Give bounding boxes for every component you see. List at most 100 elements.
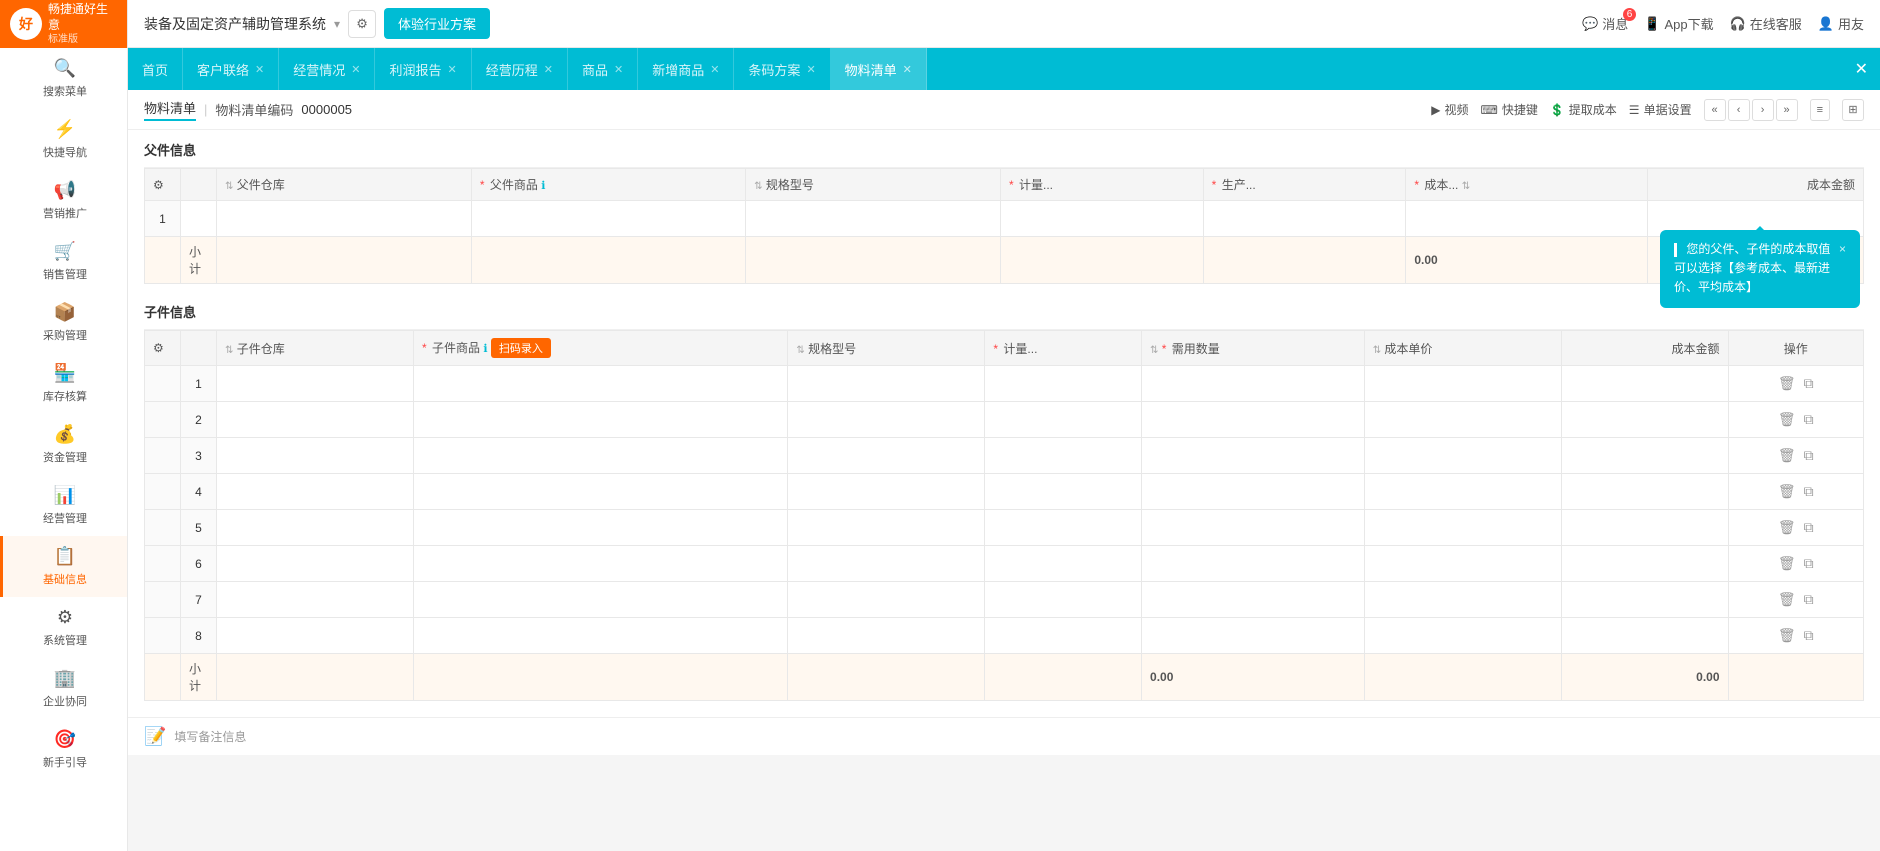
copy-row-icon[interactable]: ⧉ <box>1804 519 1814 536</box>
sidebar-item-operations[interactable]: 📊 经营管理 <box>0 475 127 536</box>
sidebar-item-marketing[interactable]: 📢 营销推广 <box>0 170 127 231</box>
child-row-4-warehouse[interactable] <box>217 474 414 510</box>
message-button[interactable]: 💬 消息 6 <box>1582 14 1628 33</box>
child-row-5-qty[interactable] <box>1142 510 1365 546</box>
child-row-8-goods[interactable] <box>413 618 787 654</box>
sidebar-item-guide[interactable]: 🎯 新手引导 <box>0 719 127 780</box>
extract-cost-button[interactable]: 💲 提取成本 <box>1550 101 1617 118</box>
child-row-6-spec[interactable] <box>788 546 985 582</box>
copy-row-icon[interactable]: ⧉ <box>1804 375 1814 392</box>
parent-row-1-cost[interactable] <box>1406 201 1648 237</box>
child-row-3-spec[interactable] <box>788 438 985 474</box>
sub-tab-bom-list[interactable]: 物料清单 <box>144 98 196 121</box>
child-row-5-unit[interactable] <box>985 510 1142 546</box>
close-tab-bom-icon[interactable]: ✕ <box>903 63 912 76</box>
sub-tab-bom-code[interactable]: 物料清单编码 <box>215 100 293 119</box>
copy-row-icon[interactable]: ⧉ <box>1804 627 1814 644</box>
parent-row-1-goods[interactable] <box>471 201 745 237</box>
parent-row-1-warehouse[interactable] <box>217 201 472 237</box>
user-avatar[interactable]: 👤 用友 <box>1818 14 1864 33</box>
shortcut-button[interactable]: ⌨ 快捷键 <box>1480 101 1537 118</box>
sidebar-item-search[interactable]: 🔍 搜索菜单 <box>0 48 127 109</box>
child-row-1-unit[interactable] <box>985 366 1142 402</box>
child-row-5-warehouse[interactable] <box>217 510 414 546</box>
parent-row-1-spec[interactable] <box>746 201 1001 237</box>
child-row-3-warehouse[interactable] <box>217 438 414 474</box>
child-row-4-unit-cost[interactable] <box>1364 474 1561 510</box>
child-row-7-unit[interactable] <box>985 582 1142 618</box>
delete-row-icon[interactable]: 🗑 <box>1778 375 1796 392</box>
child-row-7-qty[interactable] <box>1142 582 1365 618</box>
child-row-7-warehouse[interactable] <box>217 582 414 618</box>
close-tab-new-goods-icon[interactable]: ✕ <box>710 63 719 76</box>
trial-button[interactable]: 体验行业方案 <box>384 8 490 39</box>
delete-row-icon[interactable]: 🗑 <box>1778 555 1796 572</box>
single-settings-button[interactable]: ☰ 单据设置 <box>1629 101 1692 118</box>
tab-barcode[interactable]: 条码方案 ✕ <box>734 48 830 90</box>
child-row-1-spec[interactable] <box>788 366 985 402</box>
child-row-2-spec[interactable] <box>788 402 985 438</box>
delete-row-icon[interactable]: 🗑 <box>1778 447 1796 464</box>
tab-bom[interactable]: 物料清单 ✕ <box>831 48 927 90</box>
next-last-button[interactable]: » <box>1776 99 1798 121</box>
child-row-6-warehouse[interactable] <box>217 546 414 582</box>
child-row-3-unit-cost[interactable] <box>1364 438 1561 474</box>
dropdown-arrow-icon[interactable]: ▾ <box>334 17 340 31</box>
sidebar-item-system[interactable]: ⚙ 系统管理 <box>0 597 127 658</box>
tab-operation[interactable]: 经营情况 ✕ <box>279 48 375 90</box>
sidebar-item-sales[interactable]: 🛒 销售管理 <box>0 231 127 292</box>
prev-button[interactable]: ‹ <box>1728 99 1750 121</box>
child-row-4-unit[interactable] <box>985 474 1142 510</box>
child-row-1-unit-cost[interactable] <box>1364 366 1561 402</box>
sidebar-item-purchase[interactable]: 📦 采购管理 <box>0 292 127 353</box>
child-row-2-unit[interactable] <box>985 402 1142 438</box>
copy-row-icon[interactable]: ⧉ <box>1804 483 1814 500</box>
child-row-5-goods[interactable] <box>413 510 787 546</box>
tab-home[interactable]: 首页 <box>128 48 183 90</box>
tab-new-goods[interactable]: 新增商品 ✕ <box>638 48 734 90</box>
child-row-3-qty[interactable] <box>1142 438 1365 474</box>
note-placeholder[interactable]: 填写备注信息 <box>174 728 246 745</box>
child-row-3-goods[interactable] <box>413 438 787 474</box>
delete-row-icon[interactable]: 🗑 <box>1778 483 1796 500</box>
scan-input-button[interactable]: 扫码录入 <box>491 338 551 358</box>
child-row-7-goods[interactable] <box>413 582 787 618</box>
child-row-3-unit[interactable] <box>985 438 1142 474</box>
tab-profit[interactable]: 利润报告 ✕ <box>375 48 471 90</box>
sidebar-item-basic[interactable]: 📋 基础信息 <box>0 536 127 597</box>
delete-row-icon[interactable]: 🗑 <box>1778 519 1796 536</box>
child-row-1-goods[interactable] <box>413 366 787 402</box>
child-row-8-spec[interactable] <box>788 618 985 654</box>
child-row-5-spec[interactable] <box>788 510 985 546</box>
child-row-8-unit-cost[interactable] <box>1364 618 1561 654</box>
child-row-7-spec[interactable] <box>788 582 985 618</box>
sidebar-item-inventory[interactable]: 🏪 库存核算 <box>0 353 127 414</box>
child-row-6-goods[interactable] <box>413 546 787 582</box>
child-row-8-warehouse[interactable] <box>217 618 414 654</box>
child-row-5-unit-cost[interactable] <box>1364 510 1561 546</box>
sidebar-item-quick-nav[interactable]: ⚡ 快捷导航 <box>0 109 127 170</box>
child-row-1-warehouse[interactable] <box>217 366 414 402</box>
view-video-button[interactable]: ▶ 视频 <box>1431 101 1468 118</box>
child-row-8-unit[interactable] <box>985 618 1142 654</box>
parent-row-1-produce[interactable] <box>1203 201 1406 237</box>
close-all-tabs-button[interactable]: ✕ <box>1843 59 1880 79</box>
close-tab-profit-icon[interactable]: ✕ <box>448 63 457 76</box>
tab-customer[interactable]: 客户联络 ✕ <box>183 48 279 90</box>
copy-row-icon[interactable]: ⧉ <box>1804 555 1814 572</box>
child-row-2-warehouse[interactable] <box>217 402 414 438</box>
prev-first-button[interactable]: « <box>1704 99 1726 121</box>
tab-history[interactable]: 经营历程 ✕ <box>472 48 568 90</box>
settings-gear-button[interactable]: ⚙ <box>348 10 376 38</box>
child-row-2-qty[interactable] <box>1142 402 1365 438</box>
child-row-6-qty[interactable] <box>1142 546 1365 582</box>
delete-row-icon[interactable]: 🗑 <box>1778 411 1796 428</box>
close-tab-operation-icon[interactable]: ✕ <box>351 63 360 76</box>
parent-row-1-unit[interactable] <box>1000 201 1203 237</box>
close-tab-barcode-icon[interactable]: ✕ <box>806 63 815 76</box>
child-row-2-unit-cost[interactable] <box>1364 402 1561 438</box>
close-tab-history-icon[interactable]: ✕ <box>544 63 553 76</box>
child-row-7-unit-cost[interactable] <box>1364 582 1561 618</box>
tab-goods[interactable]: 商品 ✕ <box>568 48 638 90</box>
tooltip-close-button[interactable]: × <box>1839 240 1846 259</box>
